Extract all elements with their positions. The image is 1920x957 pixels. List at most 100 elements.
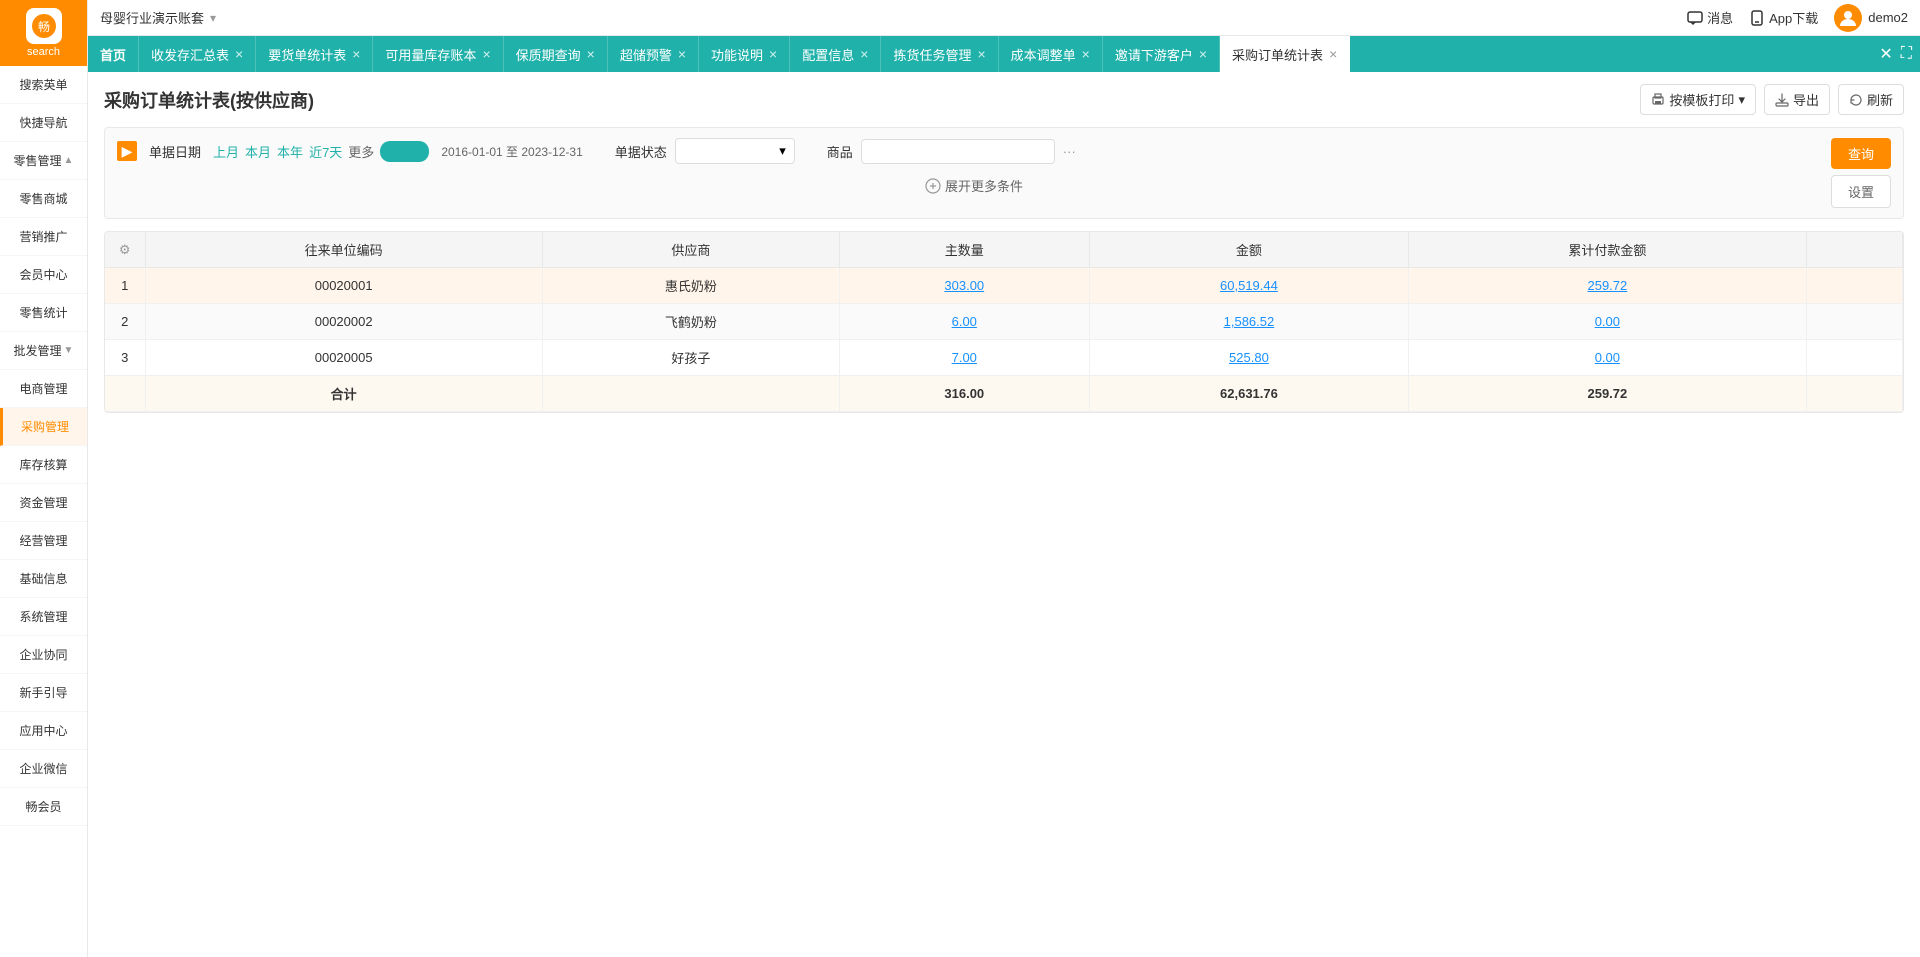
maximize-icon[interactable]: ⛶ [1901, 45, 1912, 63]
cell-amount-2[interactable]: 525.80 [1089, 340, 1409, 376]
tab-purchase-order-stats[interactable]: 采购订单统计表 × [1220, 36, 1350, 72]
sidebar-item-inventory-check[interactable]: 库存核算 [0, 446, 87, 484]
query-button[interactable]: 查询 [1831, 138, 1891, 169]
refresh-button[interactable]: 刷新 [1838, 84, 1904, 115]
cell-cumulative-payment-0[interactable]: 259.72 [1409, 268, 1806, 304]
tab-close-available-inventory[interactable]: × [482, 46, 490, 62]
sidebar-item-new-guide[interactable]: 新手引导 [0, 674, 87, 712]
close-all-icon[interactable]: ✕ [1879, 44, 1892, 64]
cell-quantity-2[interactable]: 7.00 [839, 340, 1089, 376]
last-month-btn[interactable]: 上月 [213, 142, 239, 161]
sidebar-item-retail-stats[interactable]: 零售统计 [0, 294, 87, 332]
tab-pick-task-mgmt[interactable]: 拣货任务管理 × [881, 36, 998, 72]
tab-close-function-desc[interactable]: × [769, 46, 777, 62]
cell-supplier-2: 好孩子 [542, 340, 839, 376]
this-month-btn[interactable]: 本月 [245, 142, 271, 161]
sidebar-item-marketing[interactable]: 营销推广 [0, 218, 87, 256]
tab-receive-summary[interactable]: 收发存汇总表 × [139, 36, 256, 72]
tab-close-config-info[interactable]: × [860, 46, 868, 62]
main-area: 母婴行业演示账套 ▾ 消息 App下载 demo2 首页 [88, 0, 1920, 957]
status-select-arrow[interactable]: ▾ [779, 143, 786, 159]
more-btn[interactable]: 更多 [348, 142, 374, 161]
cell-amount-0[interactable]: 60,519.44 [1089, 268, 1409, 304]
status-select[interactable]: ▾ [675, 138, 795, 164]
tab-close-order-stats[interactable]: × [352, 46, 360, 62]
print-button[interactable]: 按模板打印 ▾ [1640, 84, 1756, 115]
sidebar-item-sys-mgmt[interactable]: 系统管理 [0, 598, 87, 636]
tab-close-expiry-query[interactable]: × [587, 46, 595, 62]
sidebar-logo[interactable]: 畅 search [0, 0, 87, 66]
cell-quantity-0[interactable]: 303.00 [839, 268, 1089, 304]
col-amount: 金额 [1089, 232, 1409, 268]
tab-home[interactable]: 首页 [88, 36, 139, 72]
filter-row-1: ▶ 单据日期 上月 本月 本年 近7天 更多 自定义 2016-01-01 至 … [117, 138, 1831, 164]
sidebar-item-search[interactable]: 搜索英单 [0, 66, 87, 104]
tab-order-stats[interactable]: 要货单统计表 × [256, 36, 373, 72]
sidebar-item-member-center[interactable]: 会员中心 [0, 256, 87, 294]
sidebar-item-wholesale-mgmt[interactable]: 批发管理 ▼ [0, 332, 87, 370]
sidebar-item-ecommerce-mgmt[interactable]: 电商管理 [0, 370, 87, 408]
setting-button[interactable]: 设置 [1831, 175, 1891, 208]
sidebar-item-app-center[interactable]: 应用中心 [0, 712, 87, 750]
user-avatar [1834, 4, 1862, 32]
query-area: 查询 设置 [1831, 138, 1891, 208]
cell-no-2: 3 [105, 340, 145, 376]
cell-no-1: 2 [105, 304, 145, 340]
tab-overstock-warning[interactable]: 超储预警 × [608, 36, 699, 72]
settings-gear-icon[interactable]: ⚙ [119, 242, 131, 257]
sidebar-item-basic-info[interactable]: 基础信息 [0, 560, 87, 598]
logo-icon: 畅 [26, 8, 62, 44]
sidebar-item-purchase-mgmt[interactable]: 采购管理 [0, 408, 87, 446]
cell-cumulative-payment-2[interactable]: 0.00 [1409, 340, 1806, 376]
sidebar-item-retail-store[interactable]: 零售商城 [0, 180, 87, 218]
tabbar-close-all[interactable]: ✕ ⛶ [1871, 44, 1920, 64]
company-name[interactable]: 母婴行业演示账套 [100, 8, 204, 27]
tab-expiry-query[interactable]: 保质期查询 × [504, 36, 608, 72]
print-dropdown-arrow[interactable]: ▾ [1738, 92, 1745, 108]
tab-close-overstock-warning[interactable]: × [678, 46, 686, 62]
sidebar-item-quick-nav[interactable]: 快捷导航 [0, 104, 87, 142]
goods-input-more[interactable]: ··· [1063, 144, 1076, 159]
tab-close-invite-downstream[interactable]: × [1199, 46, 1207, 62]
app-download-button[interactable]: App下载 [1749, 8, 1818, 27]
sidebar-item-enterprise-collab[interactable]: 企业协同 [0, 636, 87, 674]
filter-main-row: ▶ 单据日期 上月 本月 本年 近7天 更多 自定义 2016-01-01 至 … [117, 138, 1891, 208]
message-button[interactable]: 消息 [1687, 8, 1733, 27]
company-dropdown-arrow[interactable]: ▾ [210, 11, 216, 25]
filter-conditions: ▶ 单据日期 上月 本月 本年 近7天 更多 自定义 2016-01-01 至 … [117, 138, 1831, 195]
sidebar-item-finance-mgmt[interactable]: 资金管理 [0, 484, 87, 522]
svg-text:畅: 畅 [37, 20, 49, 34]
expand-more-btn[interactable]: 展开更多条件 [925, 176, 1023, 195]
tab-available-inventory[interactable]: 可用量库存账本 × [373, 36, 503, 72]
goods-filter-section: 商品 ··· [827, 139, 1076, 164]
user-menu[interactable]: demo2 [1834, 4, 1908, 32]
tab-close-pick-task-mgmt[interactable]: × [977, 46, 985, 62]
sidebar-item-ops-mgmt[interactable]: 经营管理 [0, 522, 87, 560]
tab-close-purchase-order-stats[interactable]: × [1329, 46, 1337, 62]
topbar-right: 消息 App下载 demo2 [1687, 4, 1908, 32]
tab-close-receive-summary[interactable]: × [235, 46, 243, 62]
tab-config-info[interactable]: 配置信息 × [790, 36, 881, 72]
footer-label: 合计 [145, 376, 542, 412]
last-7-days-btn[interactable]: 近7天 [309, 142, 342, 161]
col-settings[interactable]: ⚙ [105, 232, 145, 268]
topbar-left: 母婴行业演示账套 ▾ [100, 8, 216, 27]
this-year-btn[interactable]: 本年 [277, 142, 303, 161]
cell-amount-1[interactable]: 1,586.52 [1089, 304, 1409, 340]
cell-cumulative-payment-1[interactable]: 0.00 [1409, 304, 1806, 340]
table-row: 1 00020001 惠氏奶粉 303.00 60,519.44 259.72 [105, 268, 1903, 304]
goods-input[interactable] [861, 139, 1055, 164]
page-actions: 按模板打印 ▾ 导出 刷新 [1640, 84, 1904, 115]
tab-close-cost-adjust[interactable]: × [1082, 46, 1090, 62]
filter-toggle-button[interactable]: ▶ [117, 141, 137, 161]
tab-cost-adjust[interactable]: 成本调整单 × [999, 36, 1103, 72]
sidebar-item-retail-mgmt[interactable]: 零售管理 ▲ [0, 142, 87, 180]
sidebar-item-vip-member[interactable]: 畅会员 [0, 788, 87, 826]
table-footer-row: 合计 316.00 62,631.76 259.72 [105, 376, 1903, 412]
tab-invite-downstream[interactable]: 邀请下游客户 × [1103, 36, 1220, 72]
tab-function-desc[interactable]: 功能说明 × [699, 36, 790, 72]
cell-quantity-1[interactable]: 6.00 [839, 304, 1089, 340]
sidebar-item-enterprise-wechat[interactable]: 企业微信 [0, 750, 87, 788]
footer-cumulative-payment: 259.72 [1409, 376, 1806, 412]
export-button[interactable]: 导出 [1764, 84, 1830, 115]
